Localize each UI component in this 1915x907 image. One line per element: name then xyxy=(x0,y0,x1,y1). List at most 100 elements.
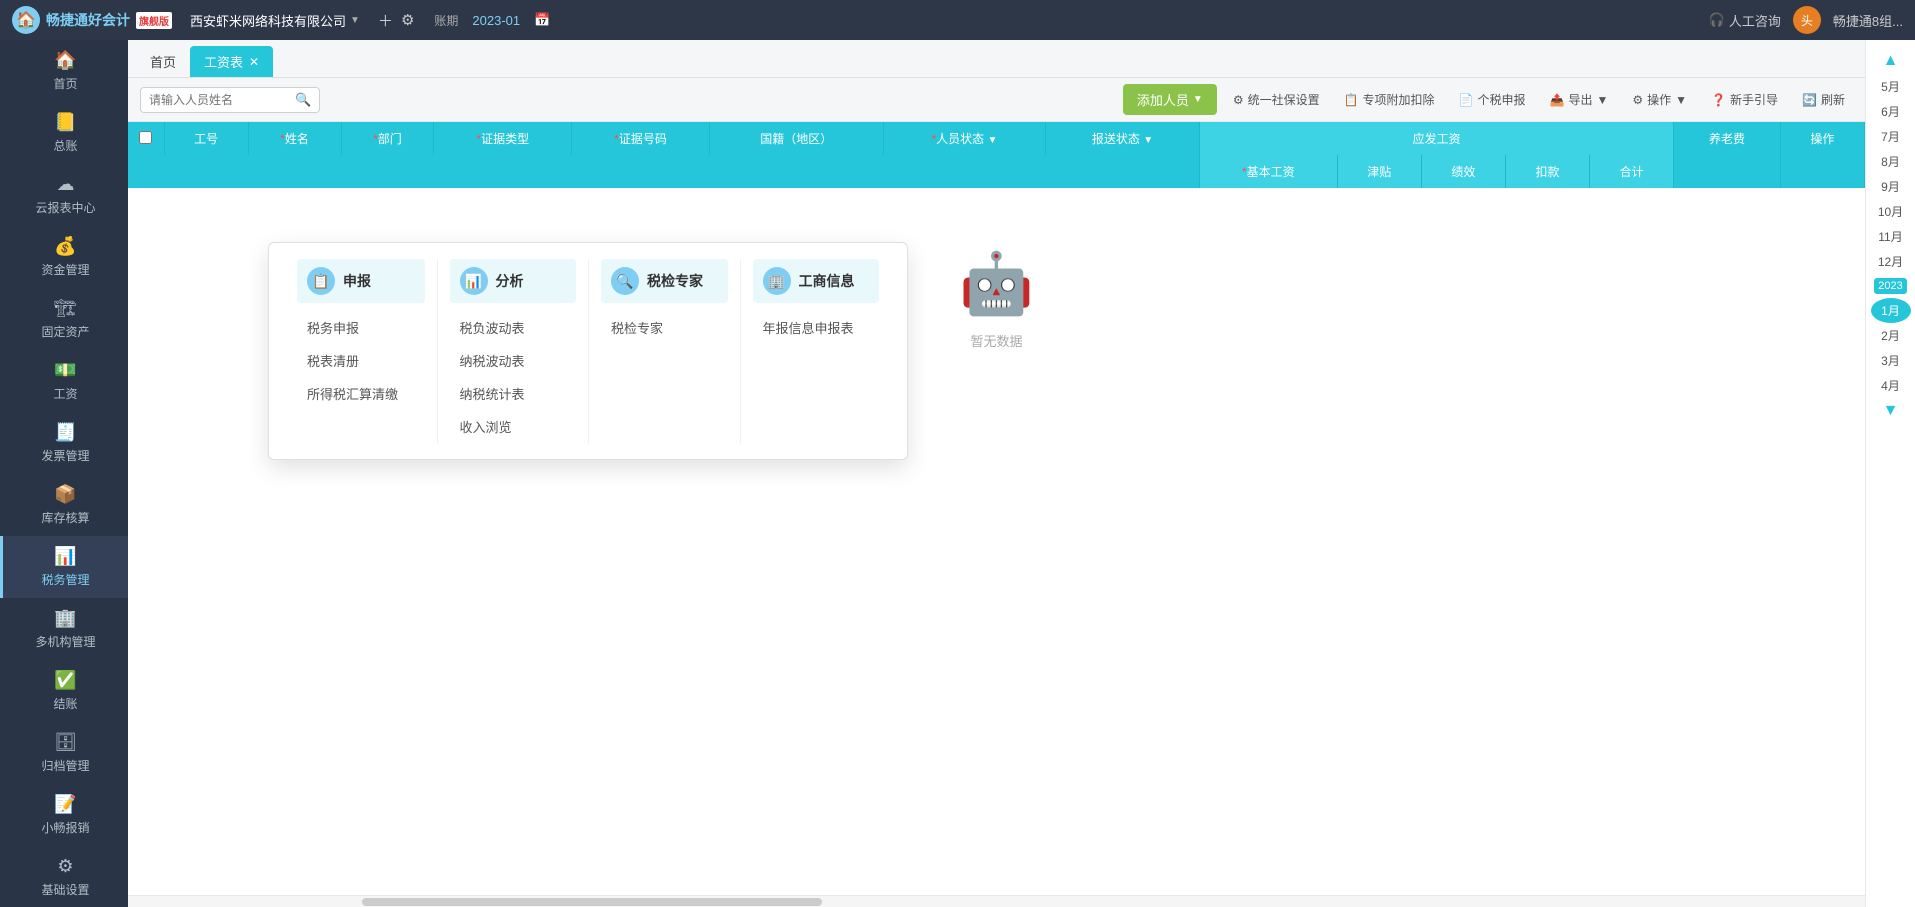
content-area: 首页 工资表 ✕ 🔍 添加人员 ▼ ⚙ 统一社保设置 📋 xyxy=(128,40,1865,907)
month-11[interactable]: 11月 xyxy=(1871,224,1911,249)
menu-header-analysis: 📊 分析 xyxy=(450,259,577,303)
menu-item-tax-report[interactable]: 税务申报 xyxy=(297,311,425,344)
user-name[interactable]: 畅捷通8组... xyxy=(1833,11,1903,30)
month-9[interactable]: 9月 xyxy=(1871,174,1911,199)
sidebar-item-fund[interactable]: 💰 资金管理 xyxy=(0,226,128,288)
guide-icon: ❓ xyxy=(1711,93,1726,107)
sidebar-item-label: 工资 xyxy=(53,385,77,402)
fund-icon: 💰 xyxy=(54,236,76,257)
tax-report-icon: 📄 xyxy=(1459,93,1474,107)
menu-item-annual-report[interactable]: 年报信息申报表 xyxy=(753,311,880,344)
th-ops: 操作 xyxy=(1780,122,1864,155)
scroll-thumb[interactable] xyxy=(362,898,822,906)
new-guide-action[interactable]: ❓ 新手引导 xyxy=(1703,87,1786,112)
month-12[interactable]: 12月 xyxy=(1871,249,1911,274)
menu-column-report: 📋 申报 税务申报 税表清册 所得税汇算清缴 xyxy=(285,259,437,443)
menu-item-income-tax-calc[interactable]: 所得税汇算清缴 xyxy=(297,377,425,410)
export-arrow-icon: ▼ xyxy=(1597,93,1609,107)
search-input[interactable] xyxy=(149,93,289,107)
service-button[interactable]: 🎧 人工咨询 xyxy=(1709,11,1781,30)
menu-item-tax-wave[interactable]: 税负波动表 xyxy=(450,311,577,344)
sidebar-item-tax[interactable]: 📊 税务管理 xyxy=(0,536,128,598)
menu-item-tax-stats[interactable]: 纳税统计表 xyxy=(450,377,577,410)
th-id-type: *证据类型 xyxy=(434,122,572,155)
app-logo: 🏠 畅捷通好会计 旗舰版 xyxy=(12,6,172,34)
month-3[interactable]: 3月 xyxy=(1871,348,1911,373)
ledger-icon: 📒 xyxy=(54,112,76,133)
menu-header-biz-info-label: 工商信息 xyxy=(799,271,855,291)
add-icon[interactable]: ＋ xyxy=(378,10,393,31)
no-data-text: 暂无数据 xyxy=(970,331,1022,350)
refresh-action[interactable]: 🔄 刷新 xyxy=(1794,87,1853,112)
sidebar-item-label: 库存核算 xyxy=(41,509,89,526)
sidebar-item-label: 多机构管理 xyxy=(35,633,95,650)
operations-icon: ⚙ xyxy=(1632,93,1643,107)
archive-icon: 🗄 xyxy=(54,732,77,753)
settings-icon[interactable]: ⚙ xyxy=(401,11,414,29)
th-total: 合计 xyxy=(1590,155,1674,188)
month-6[interactable]: 6月 xyxy=(1871,99,1911,124)
sidebar-item-report-mini[interactable]: 📝 小畅报销 xyxy=(0,784,128,846)
sidebar-item-ledger[interactable]: 📒 总账 xyxy=(0,102,128,164)
tab-salary[interactable]: 工资表 ✕ xyxy=(190,46,273,77)
sidebar-item-settle[interactable]: ✅ 结账 xyxy=(0,660,128,722)
biz-info-header-icon: 🏢 xyxy=(763,267,791,295)
app-sub: 旗舰版 xyxy=(136,12,172,29)
th-id-number: *证据号码 xyxy=(572,122,710,155)
menu-item-tax-income-wave[interactable]: 纳税波动表 xyxy=(450,344,577,377)
sidebar-item-multi-org[interactable]: 🏢 多机构管理 xyxy=(0,598,128,660)
cloud-icon: ☁ xyxy=(57,174,75,195)
sidebar-item-invoice[interactable]: 🧾 发票管理 xyxy=(0,412,128,474)
operations-action[interactable]: ⚙ 操作 ▼ xyxy=(1624,87,1695,112)
month-8[interactable]: 8月 xyxy=(1871,149,1911,174)
tax-icon: 📊 xyxy=(54,546,76,567)
tax-report-action[interactable]: 📄 个税申报 xyxy=(1451,87,1534,112)
month-7[interactable]: 7月 xyxy=(1871,124,1911,149)
add-person-button[interactable]: 添加人员 ▼ xyxy=(1123,84,1217,115)
sidebar-item-cloud-report[interactable]: ☁ 云报表中心 xyxy=(0,164,128,226)
special-deduct-action[interactable]: 📋 专项附加扣除 xyxy=(1336,87,1443,112)
sidebar-item-salary[interactable]: 💵 工资 xyxy=(0,350,128,412)
headset-icon: 🎧 xyxy=(1709,12,1725,28)
settings-icon: ⚙ xyxy=(57,856,73,877)
month-2[interactable]: 2月 xyxy=(1871,323,1911,348)
th-pension: 养老费 xyxy=(1674,122,1781,155)
tab-home[interactable]: 首页 xyxy=(136,46,190,77)
no-data-icon: 🤖 xyxy=(959,248,1034,319)
main-layout: 🏠 首页 📒 总账 ☁ 云报表中心 💰 资金管理 🏗 固定资产 💵 工资 🧾 发… xyxy=(0,40,1915,907)
export-action[interactable]: 📤 导出 ▼ xyxy=(1542,87,1617,112)
right-sidebar: ▲ 5月 6月 7月 8月 9月 10月 11月 12月 2023 1月 2月 … xyxy=(1865,40,1915,907)
nav-down-icon[interactable]: ▼ xyxy=(1879,398,1903,424)
sidebar-item-basic-settings[interactable]: ⚙ 基础设置 xyxy=(0,846,128,907)
social-insurance-action[interactable]: ⚙ 统一社保设置 xyxy=(1225,87,1328,112)
sidebar-item-label: 小畅报销 xyxy=(41,819,89,836)
menu-item-tax-table[interactable]: 税表清册 xyxy=(297,344,425,377)
menu-header-report-label: 申报 xyxy=(343,271,371,291)
month-1[interactable]: 1月 xyxy=(1871,298,1911,323)
menu-column-biz-info: 🏢 工商信息 年报信息申报表 xyxy=(740,259,892,443)
sidebar-item-inventory[interactable]: 📦 库存核算 xyxy=(0,474,128,536)
menu-item-tax-check[interactable]: 税检专家 xyxy=(601,311,728,344)
month-4[interactable]: 4月 xyxy=(1871,373,1911,398)
month-10[interactable]: 10月 xyxy=(1871,199,1911,224)
sidebar-item-archive[interactable]: 🗄 归档管理 xyxy=(0,722,128,784)
sidebar-item-home[interactable]: 🏠 首页 xyxy=(0,40,128,102)
special-deduct-label: 专项附加扣除 xyxy=(1363,91,1435,108)
select-all-checkbox[interactable] xyxy=(128,122,164,155)
sidebar-item-label: 发票管理 xyxy=(41,447,89,464)
home-icon: 🏠 xyxy=(54,50,76,71)
menu-item-income-browse[interactable]: 收入浏览 xyxy=(450,410,577,443)
nav-up-icon[interactable]: ▲ xyxy=(1879,48,1903,74)
table-wrapper: 工号 *姓名 *部门 *证据类型 *证据号码 国籍（地区） *人员状态 ▼ 报送… xyxy=(128,122,1865,895)
calendar-icon[interactable]: 📅 xyxy=(534,12,550,28)
month-5[interactable]: 5月 xyxy=(1871,74,1911,99)
tab-close-icon[interactable]: ✕ xyxy=(249,55,259,69)
tab-salary-label: 工资表 xyxy=(204,52,243,71)
search-icon: 🔍 xyxy=(295,92,311,108)
logo-icon: 🏠 xyxy=(12,6,40,34)
company-selector[interactable]: 西安虾米网络科技有限公司 ▼ xyxy=(190,11,360,30)
content-main: 工号 *姓名 *部门 *证据类型 *证据号码 国籍（地区） *人员状态 ▼ 报送… xyxy=(128,122,1865,907)
table-header-row: 工号 *姓名 *部门 *证据类型 *证据号码 国籍（地区） *人员状态 ▼ 报送… xyxy=(128,122,1865,155)
tax-report-label: 个税申报 xyxy=(1478,91,1526,108)
sidebar-item-fixed-asset[interactable]: 🏗 固定资产 xyxy=(0,288,128,350)
